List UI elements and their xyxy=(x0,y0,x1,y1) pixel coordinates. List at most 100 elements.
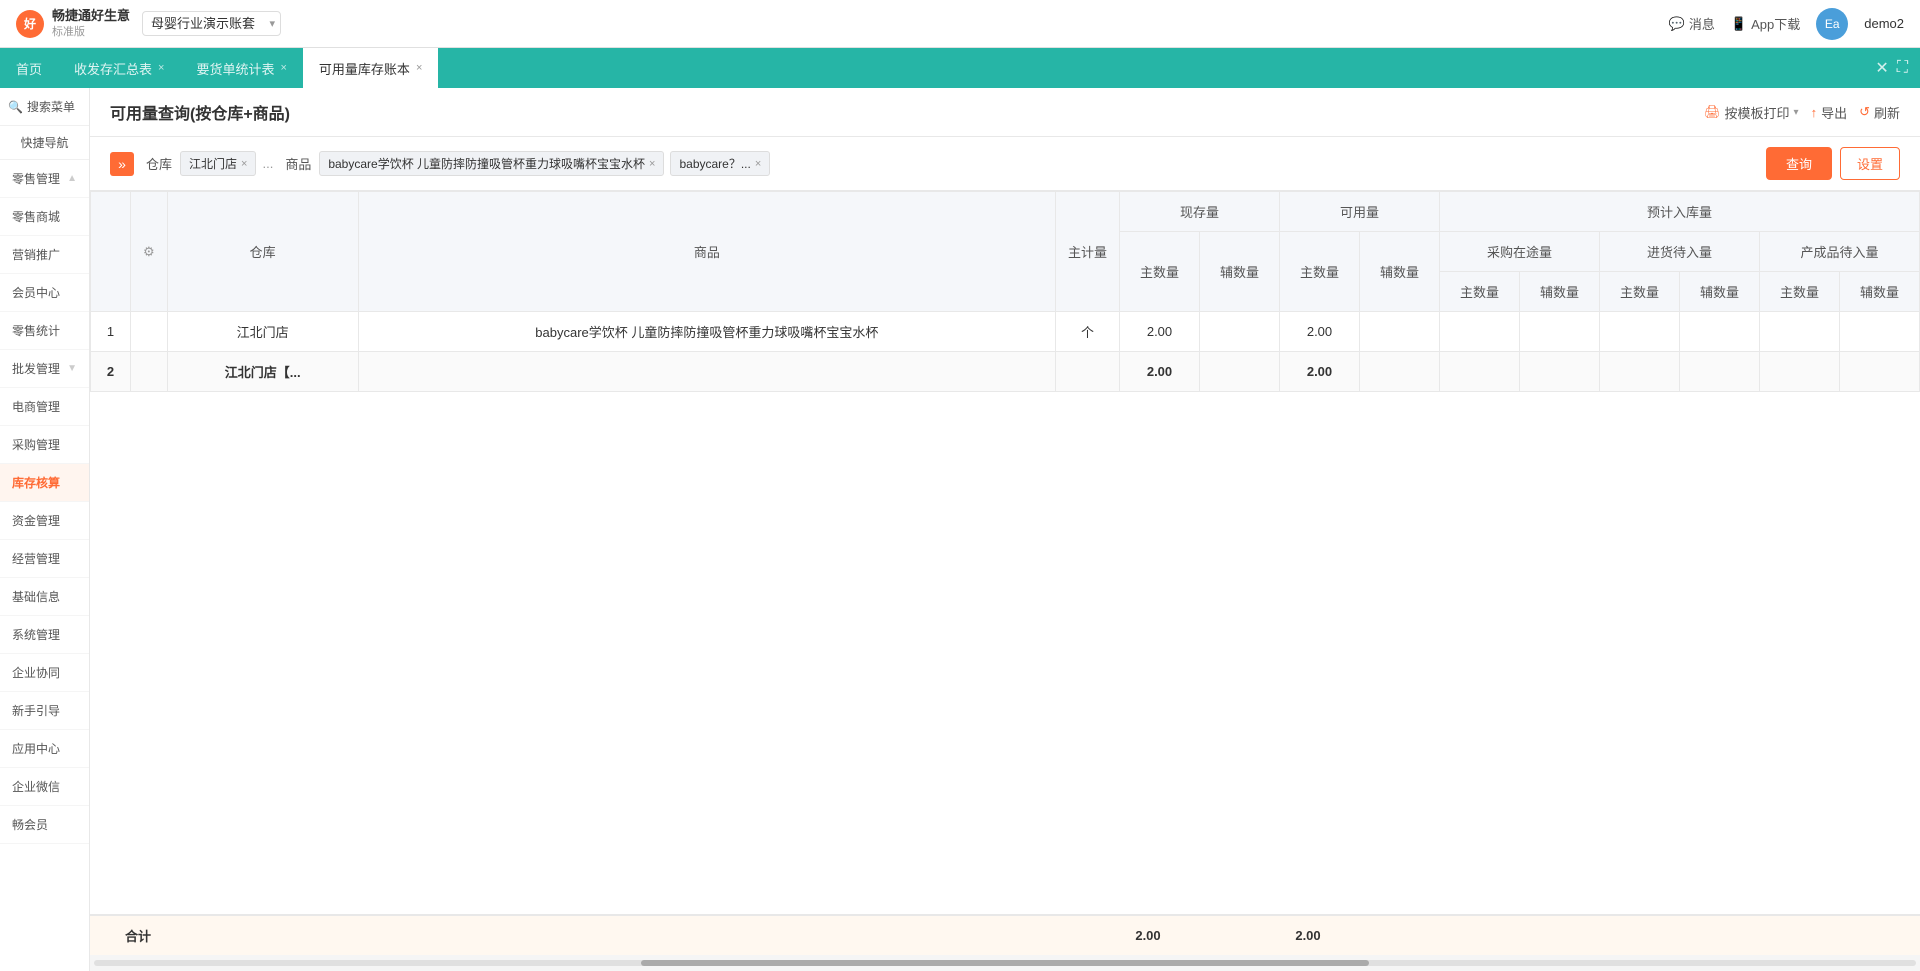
sidebar-app-center-label: 应用中心 xyxy=(12,740,60,757)
footer-available-main-qty: 2.00 xyxy=(1268,928,1348,943)
tab-close-all-btn[interactable]: ✕ xyxy=(1875,58,1888,78)
export-btn[interactable]: ↑ 导出 xyxy=(1811,103,1848,122)
sidebar-nav[interactable]: 快捷导航 xyxy=(0,126,89,160)
tab-home[interactable]: 首页 xyxy=(0,48,58,88)
cell-goods: babycare学饮杯 儿童防摔防撞吸管杯重力球吸嘴杯宝宝水杯 xyxy=(358,312,1055,352)
tab-inventory-close[interactable]: × xyxy=(416,62,422,74)
cell-available-main-qty: 2.00 xyxy=(1280,312,1360,352)
sidebar-item-marketing[interactable]: 营销推广 xyxy=(0,236,89,274)
sidebar-item-basics[interactable]: 基础信息 xyxy=(0,578,89,616)
th-index xyxy=(91,192,131,312)
warehouse-filter-more[interactable]: ... xyxy=(262,156,273,171)
page-title: 可用量查询(按仓库+商品) xyxy=(110,100,290,124)
industry-select-input[interactable]: 母婴行业演示账套 xyxy=(142,11,281,36)
goods-tag2-remove[interactable]: × xyxy=(755,158,761,170)
sidebar-inventory-label: 库存核算 xyxy=(12,474,60,491)
template-print-btn[interactable]: 🖨 按模板打印 ▾ xyxy=(1704,103,1799,122)
user-avatar[interactable]: Ea xyxy=(1816,8,1848,40)
sidebar-item-enterprise-collab[interactable]: 企业协同 xyxy=(0,654,89,692)
sidebar-item-app-center[interactable]: 应用中心 xyxy=(0,730,89,768)
tab-expand-btn[interactable]: ⛶ xyxy=(1897,59,1908,77)
th-settings[interactable]: ⚙ xyxy=(131,192,168,312)
sidebar-retail-mall-label: 零售商城 xyxy=(12,208,60,225)
sidebar-item-system[interactable]: 系统管理 xyxy=(0,616,89,654)
cell-current-main-qty: 2.00 xyxy=(1120,312,1200,352)
tab-inventory[interactable]: 可用量库存账本 × xyxy=(303,48,438,88)
sidebar-item-newbie[interactable]: 新手引导 xyxy=(0,692,89,730)
setting-button[interactable]: 设置 xyxy=(1840,147,1900,180)
sidebar-finance-label: 资金管理 xyxy=(12,512,60,529)
scroll-bar-area xyxy=(90,955,1920,971)
sidebar-item-ecommerce[interactable]: 电商管理 xyxy=(0,388,89,426)
message-btn[interactable]: 💬 消息 xyxy=(1669,14,1715,33)
group-current-aux-qty xyxy=(1200,352,1280,392)
refresh-btn[interactable]: ↺ 刷新 xyxy=(1859,103,1900,122)
sidebar-item-retail-mall[interactable]: 零售商城 xyxy=(0,198,89,236)
tab-orders-close[interactable]: × xyxy=(280,62,286,74)
sidebar-item-operations[interactable]: 经营管理 xyxy=(0,540,89,578)
th-main-unit: 主计量 xyxy=(1055,192,1119,312)
sidebar-item-finance[interactable]: 资金管理 xyxy=(0,502,89,540)
user-name[interactable]: demo2 xyxy=(1864,16,1904,31)
logo-icon: 好 xyxy=(16,10,44,38)
filter-actions: 查询 设置 xyxy=(1766,147,1900,180)
sidebar-item-inventory-check[interactable]: 库存核算 xyxy=(0,464,89,502)
goods-tag1-text: babycare学饮杯 儿童防摔防撞吸管杯重力球吸嘴杯宝宝水杯 xyxy=(328,155,645,172)
expand-icon: » xyxy=(118,156,126,172)
cell-purchase-aux-qty xyxy=(1520,312,1600,352)
cell-index: 1 xyxy=(91,312,131,352)
tab-receipts-close[interactable]: × xyxy=(158,62,164,74)
industry-selector[interactable]: 母婴行业演示账套 xyxy=(142,11,281,36)
scroll-track[interactable] xyxy=(94,960,1916,966)
tab-receipts[interactable]: 收发存汇总表 × xyxy=(58,48,180,88)
data-table: ⚙ 仓库 商品 主计量 现存量 xyxy=(90,191,1920,392)
tab-orders[interactable]: 要货单统计表 × xyxy=(180,48,302,88)
sidebar-operations-label: 经营管理 xyxy=(12,550,60,567)
sidebar-retail-stats-label: 零售统计 xyxy=(12,322,60,339)
th-inbound-pending-group: 进货待入量 xyxy=(1600,232,1760,272)
table-footer: 合计 2.00 2.00 xyxy=(90,914,1920,955)
sidebar-nav-label: 快捷导航 xyxy=(20,136,68,150)
goods-tag1-remove[interactable]: × xyxy=(649,158,655,170)
cell-product-main-qty xyxy=(1760,312,1840,352)
page-header: 可用量查询(按仓库+商品) 🖨 按模板打印 ▾ ↑ 导出 ↺ 刷新 xyxy=(90,88,1920,137)
scroll-thumb[interactable] xyxy=(641,960,1370,966)
goods-filter-group: 商品 babycare学饮杯 儿童防摔防撞吸管杯重力球吸嘴杯宝宝水杯 × bab… xyxy=(285,151,770,176)
top-bar-left: 好 畅捷通好生意 标准版 母婴行业演示账套 xyxy=(16,8,281,40)
group-goods xyxy=(358,352,1055,392)
filter-expand-btn[interactable]: » xyxy=(110,152,134,176)
table-row: 1 江北门店 babycare学饮杯 儿童防摔防撞吸管杯重力球吸嘴杯宝宝水杯 个… xyxy=(91,312,1920,352)
gear-icon: ⚙ xyxy=(143,244,155,259)
app-download-btn[interactable]: 📱 App下载 xyxy=(1731,14,1800,33)
sidebar-item-member[interactable]: 畅会员 xyxy=(0,806,89,844)
sidebar-item-purchase[interactable]: 采购管理 xyxy=(0,426,89,464)
th-available-main-qty: 主数量 xyxy=(1280,232,1360,312)
sidebar-item-enterprise-wechat[interactable]: 企业微信 xyxy=(0,768,89,806)
filter-bar: » 仓库 江北门店 × ... 商品 babycare学饮杯 儿童防摔防撞吸管杯… xyxy=(90,137,1920,191)
sidebar-item-retail-stats[interactable]: 零售统计 xyxy=(0,312,89,350)
sidebar-purchase-label: 采购管理 xyxy=(12,436,60,453)
th-current-stock-group: 现存量 xyxy=(1120,192,1280,232)
tab-orders-label: 要货单统计表 xyxy=(196,59,274,78)
group-index: 2 xyxy=(91,352,131,392)
refresh-label: 刷新 xyxy=(1874,103,1900,122)
sidebar-item-wholesale-mgmt[interactable]: 批发管理 ▼ xyxy=(0,350,89,388)
sidebar-basics-label: 基础信息 xyxy=(12,588,60,605)
sidebar-enterprise-wechat-label: 企业微信 xyxy=(12,778,60,795)
sidebar-enterprise-collab-label: 企业协同 xyxy=(12,664,60,681)
footer-label: 合计 xyxy=(102,926,174,945)
sidebar-item-retail-mgmt[interactable]: 零售管理 ▲ xyxy=(0,160,89,198)
th-goods: 商品 xyxy=(358,192,1055,312)
query-button[interactable]: 查询 xyxy=(1766,147,1832,180)
chevron-down-icon: ▲ xyxy=(67,173,77,184)
cell-current-aux-qty xyxy=(1200,312,1280,352)
sidebar-item-member-center[interactable]: 会员中心 xyxy=(0,274,89,312)
warehouse-tag-remove[interactable]: × xyxy=(241,158,247,170)
group-purchase-main-qty xyxy=(1440,352,1520,392)
sidebar-search[interactable]: 🔍 搜索菜单 xyxy=(0,88,89,126)
cell-product-aux-qty xyxy=(1840,312,1920,352)
group-current-main-qty: 2.00 xyxy=(1120,352,1200,392)
template-print-label: 按模板打印 xyxy=(1725,103,1790,122)
logo-text-area: 畅捷通好生意 标准版 xyxy=(52,8,130,40)
logo-text: 畅捷通好生意 xyxy=(52,8,130,24)
